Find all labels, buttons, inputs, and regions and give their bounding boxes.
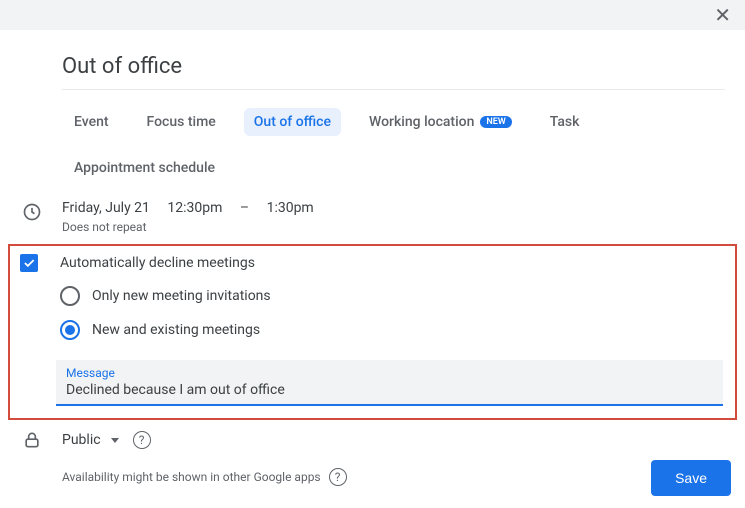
lock-icon: [22, 430, 62, 450]
auto-decline-label: Automatically decline meetings: [60, 255, 255, 271]
tab-working-location-label: Working location: [369, 114, 474, 130]
radio-new-and-existing[interactable]: New and existing meetings: [60, 320, 723, 340]
radio-new-and-existing-control[interactable]: [60, 320, 80, 340]
tab-focus-time[interactable]: Focus time: [137, 108, 226, 136]
visibility-help-icon[interactable]: ?: [133, 431, 151, 449]
datetime-row[interactable]: Friday, July 21 12:30pm – 1:30pm: [62, 200, 725, 216]
new-badge: NEW: [480, 116, 511, 128]
tab-out-of-office[interactable]: Out of office: [244, 108, 341, 136]
visibility-dropdown[interactable]: Public: [62, 432, 119, 448]
page-title: Out of office: [62, 54, 725, 90]
close-icon[interactable]: ✕: [710, 0, 735, 31]
decline-message-label: Message: [66, 366, 713, 380]
decline-message-input[interactable]: [66, 380, 713, 398]
date-value: Friday, July 21: [62, 200, 150, 216]
visibility-value: Public: [62, 432, 101, 448]
auto-decline-checkbox[interactable]: [20, 254, 38, 272]
radio-new-and-existing-label: New and existing meetings: [92, 322, 260, 338]
tab-appointment-schedule[interactable]: Appointment schedule: [64, 154, 225, 182]
availability-note-text: Availability might be shown in other Goo…: [62, 470, 321, 484]
tabs: Event Focus time Out of office Working l…: [64, 108, 725, 182]
time-dash: –: [240, 200, 249, 216]
repeat-value[interactable]: Does not repeat: [62, 220, 725, 234]
decline-message-field[interactable]: Message: [56, 360, 723, 406]
start-time: 12:30pm: [167, 200, 222, 216]
radio-only-new-control[interactable]: [60, 286, 80, 306]
save-button[interactable]: Save: [651, 460, 731, 496]
tab-working-location[interactable]: Working location NEW: [359, 108, 522, 136]
clock-icon: [22, 200, 62, 222]
auto-decline-section: Automatically decline meetings Only new …: [8, 244, 737, 420]
radio-only-new-label: Only new meeting invitations: [92, 288, 271, 304]
radio-only-new[interactable]: Only new meeting invitations: [60, 286, 723, 306]
end-time: 1:30pm: [267, 200, 314, 216]
tab-task[interactable]: Task: [540, 108, 590, 136]
chevron-down-icon: [111, 438, 119, 443]
tab-event[interactable]: Event: [64, 108, 119, 136]
availability-help-icon[interactable]: ?: [329, 468, 347, 486]
